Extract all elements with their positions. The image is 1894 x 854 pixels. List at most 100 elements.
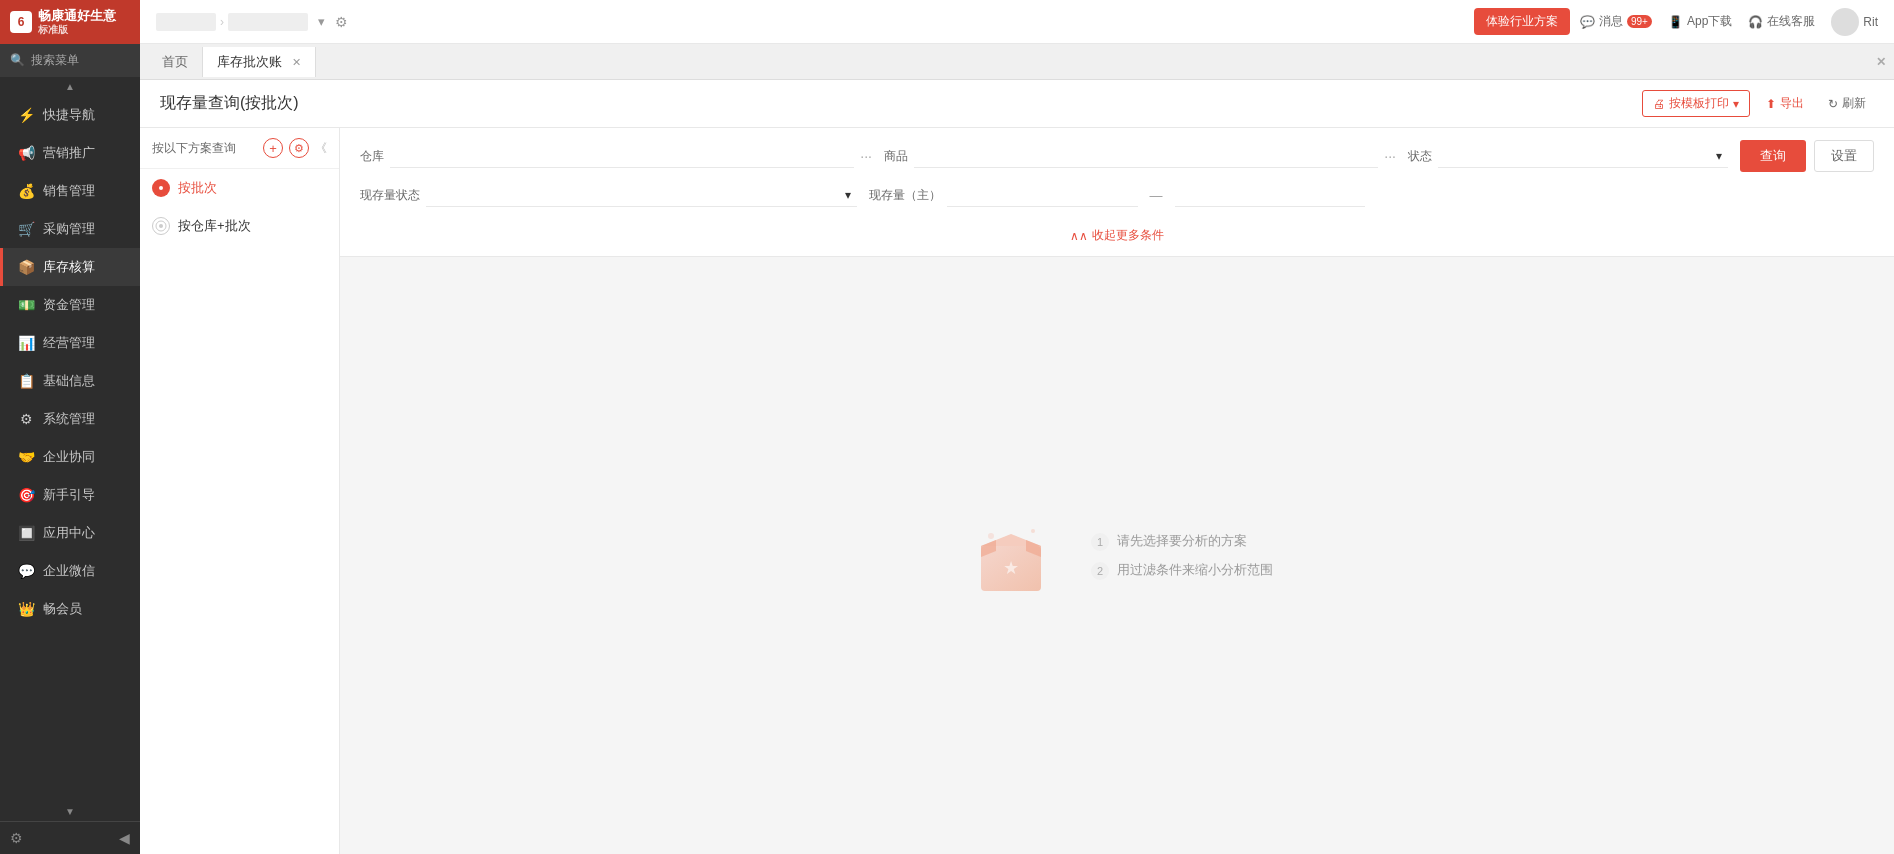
tab-home[interactable]: 首页 <box>148 47 203 77</box>
sidebar-item-newbie[interactable]: 🎯 新手引导 <box>0 476 140 514</box>
sidebar-item-finance[interactable]: 💵 资金管理 <box>0 286 140 324</box>
sidebar-item-marketing[interactable]: 📢 营销推广 <box>0 134 140 172</box>
print-icon: 🖨 <box>1653 97 1665 111</box>
tip-text-2: 用过滤条件来缩小分析范围 <box>1117 561 1273 579</box>
sidebar-item-label: 畅会员 <box>43 600 82 618</box>
settings-btn[interactable]: 设置 <box>1814 140 1874 172</box>
sidebar-item-system[interactable]: ⚙ 系统管理 <box>0 400 140 438</box>
warehouse-more-icon[interactable]: ··· <box>860 148 872 164</box>
app-download-btn[interactable]: 📱 App下载 <box>1668 13 1732 30</box>
stock-qty-max-input[interactable] <box>1175 184 1366 207</box>
warehouse-label: 仓库 <box>360 148 384 165</box>
svg-point-9 <box>988 533 994 539</box>
sidebar-collapse-btn[interactable]: ◀ <box>119 830 130 846</box>
left-panel-actions: + ⚙ 《 <box>263 138 327 158</box>
page-header: 现存量查询(按批次) 🖨 按模板打印 ▾ ⬆ 导出 ↻ 刷新 <box>140 80 1894 128</box>
stock-status-select[interactable]: ▾ <box>426 184 857 207</box>
tab-batch-account[interactable]: 库存批次账 ✕ <box>203 47 316 77</box>
product-input[interactable] <box>914 145 1378 168</box>
filter-row-1: 仓库 ··· 商品 ··· 状态 <box>360 140 1874 172</box>
left-panel: 按以下方案查询 + ⚙ 《 按批次 按仓库+批次 <box>140 128 340 854</box>
collapse-up-icon: ∧∧ <box>1070 229 1088 243</box>
sidebar-search[interactable]: 🔍 搜索菜单 <box>0 44 140 77</box>
scheme-item-by-warehouse-batch[interactable]: 按仓库+批次 <box>140 207 339 245</box>
tabbar: 首页 库存批次账 ✕ ✕ <box>140 44 1894 80</box>
filter-stock-status: 现存量状态 ▾ <box>360 184 857 207</box>
export-btn[interactable]: ⬆ 导出 <box>1758 91 1812 116</box>
filter-row-2: 现存量状态 ▾ 现存量（主） — <box>360 184 1874 207</box>
dropdown-arrow-icon[interactable]: ▾ <box>318 14 325 29</box>
enterprise-icon: 🤝 <box>17 449 35 465</box>
sidebar-settings-icon[interactable]: ⚙ <box>10 830 23 846</box>
sales-icon: 💰 <box>17 183 35 199</box>
app-name-text: 畅康通好生意 标准版 <box>38 8 130 36</box>
newbie-icon: 🎯 <box>17 487 35 503</box>
sidebar-scroll-down[interactable]: ▼ <box>0 802 140 821</box>
right-panel: 仓库 ··· 商品 ··· 状态 <box>340 128 1894 854</box>
tip-num-2: 2 <box>1091 562 1109 580</box>
product-more-icon[interactable]: ··· <box>1384 148 1396 164</box>
user-name-label: Rit <box>1863 15 1878 29</box>
messages-label: 消息 <box>1599 13 1623 30</box>
finance-icon: 💵 <box>17 297 35 313</box>
quick-nav-icon: ⚡ <box>17 107 35 123</box>
left-panel-title: 按以下方案查询 <box>152 140 236 157</box>
scheme-label: 按仓库+批次 <box>178 217 251 235</box>
svg-point-10 <box>1031 529 1035 533</box>
sidebar-item-enterprise[interactable]: 🤝 企业协同 <box>0 438 140 476</box>
filter-stock-qty: 现存量（主） — <box>869 184 1366 207</box>
query-btn[interactable]: 查询 <box>1740 140 1806 172</box>
refresh-btn[interactable]: ↻ 刷新 <box>1820 91 1874 116</box>
product-label: 商品 <box>884 148 908 165</box>
sidebar-item-quick-nav[interactable]: ⚡ 快捷导航 <box>0 96 140 134</box>
sidebar-scroll-up[interactable]: ▲ <box>0 77 140 96</box>
scheme-item-by-batch[interactable]: 按批次 <box>140 169 339 207</box>
manage-scheme-btn[interactable]: ⚙ <box>289 138 309 158</box>
sidebar-item-inventory[interactable]: 📦 库存核算 <box>0 248 140 286</box>
stock-qty-min-input[interactable] <box>947 184 1138 207</box>
settings-gear-icon[interactable]: ⚙ <box>335 14 348 30</box>
sidebar-item-basic[interactable]: 📋 基础信息 <box>0 362 140 400</box>
filter-row-1-wrapper: 仓库 ··· 商品 ··· 状态 <box>360 140 1874 172</box>
marketing-icon: 📢 <box>17 145 35 161</box>
collapse-filter-btn[interactable]: ∧∧ 收起更多条件 <box>360 219 1874 252</box>
filter-product: 商品 ··· <box>884 145 1396 168</box>
sidebar-item-purchase[interactable]: 🛒 采购管理 <box>0 210 140 248</box>
sidebar-item-label: 库存核算 <box>43 258 95 276</box>
messages-badge: 99+ <box>1627 15 1652 28</box>
empty-tip-1: 1 请先选择要分析的方案 <box>1091 532 1273 551</box>
sidebar-item-label: 应用中心 <box>43 524 95 542</box>
sidebar-item-label: 采购管理 <box>43 220 95 238</box>
status-select[interactable]: ▾ <box>1438 145 1728 168</box>
sidebar-item-label: 基础信息 <box>43 372 95 390</box>
scheme-label: 按批次 <box>178 179 217 197</box>
export-icon: ⬆ <box>1766 97 1776 111</box>
industry-solution-btn[interactable]: 体验行业方案 <box>1474 8 1570 35</box>
sidebar-item-label: 企业微信 <box>43 562 95 580</box>
sidebar-item-wechat[interactable]: 💬 企业微信 <box>0 552 140 590</box>
sidebar-item-app-center[interactable]: 🔲 应用中心 <box>0 514 140 552</box>
stock-status-label: 现存量状态 <box>360 187 420 204</box>
add-scheme-btn[interactable]: + <box>263 138 283 158</box>
sidebar-item-member[interactable]: 👑 畅会员 <box>0 590 140 628</box>
close-all-tabs-btn[interactable]: ✕ <box>1876 55 1886 69</box>
warehouse-input[interactable] <box>390 145 854 168</box>
user-avatar-btn[interactable]: Rit <box>1831 8 1878 36</box>
online-service-btn[interactable]: 🎧 在线客服 <box>1748 13 1815 30</box>
empty-tip-2: 2 用过滤条件来缩小分析范围 <box>1091 561 1273 580</box>
sidebar-item-operations[interactable]: 📊 经营管理 <box>0 324 140 362</box>
filter-area: 仓库 ··· 商品 ··· 状态 <box>340 128 1894 257</box>
tip-text-1: 请先选择要分析的方案 <box>1117 532 1247 550</box>
operations-icon: 📊 <box>17 335 35 351</box>
search-icon: 🔍 <box>10 53 25 67</box>
stock-qty-label: 现存量（主） <box>869 187 941 204</box>
messages-btn[interactable]: 💬 消息 99+ <box>1580 13 1652 30</box>
print-btn[interactable]: 🖨 按模板打印 ▾ <box>1642 90 1750 117</box>
sidebar-item-label: 资金管理 <box>43 296 95 314</box>
left-panel-collapse-btn[interactable]: 《 <box>315 140 327 157</box>
sidebar-item-label: 系统管理 <box>43 410 95 428</box>
print-dropdown-icon[interactable]: ▾ <box>1733 97 1739 111</box>
sidebar-footer: ⚙ ◀ <box>0 821 140 854</box>
sidebar-item-sales[interactable]: 💰 销售管理 <box>0 172 140 210</box>
tab-close-btn[interactable]: ✕ <box>292 56 301 68</box>
